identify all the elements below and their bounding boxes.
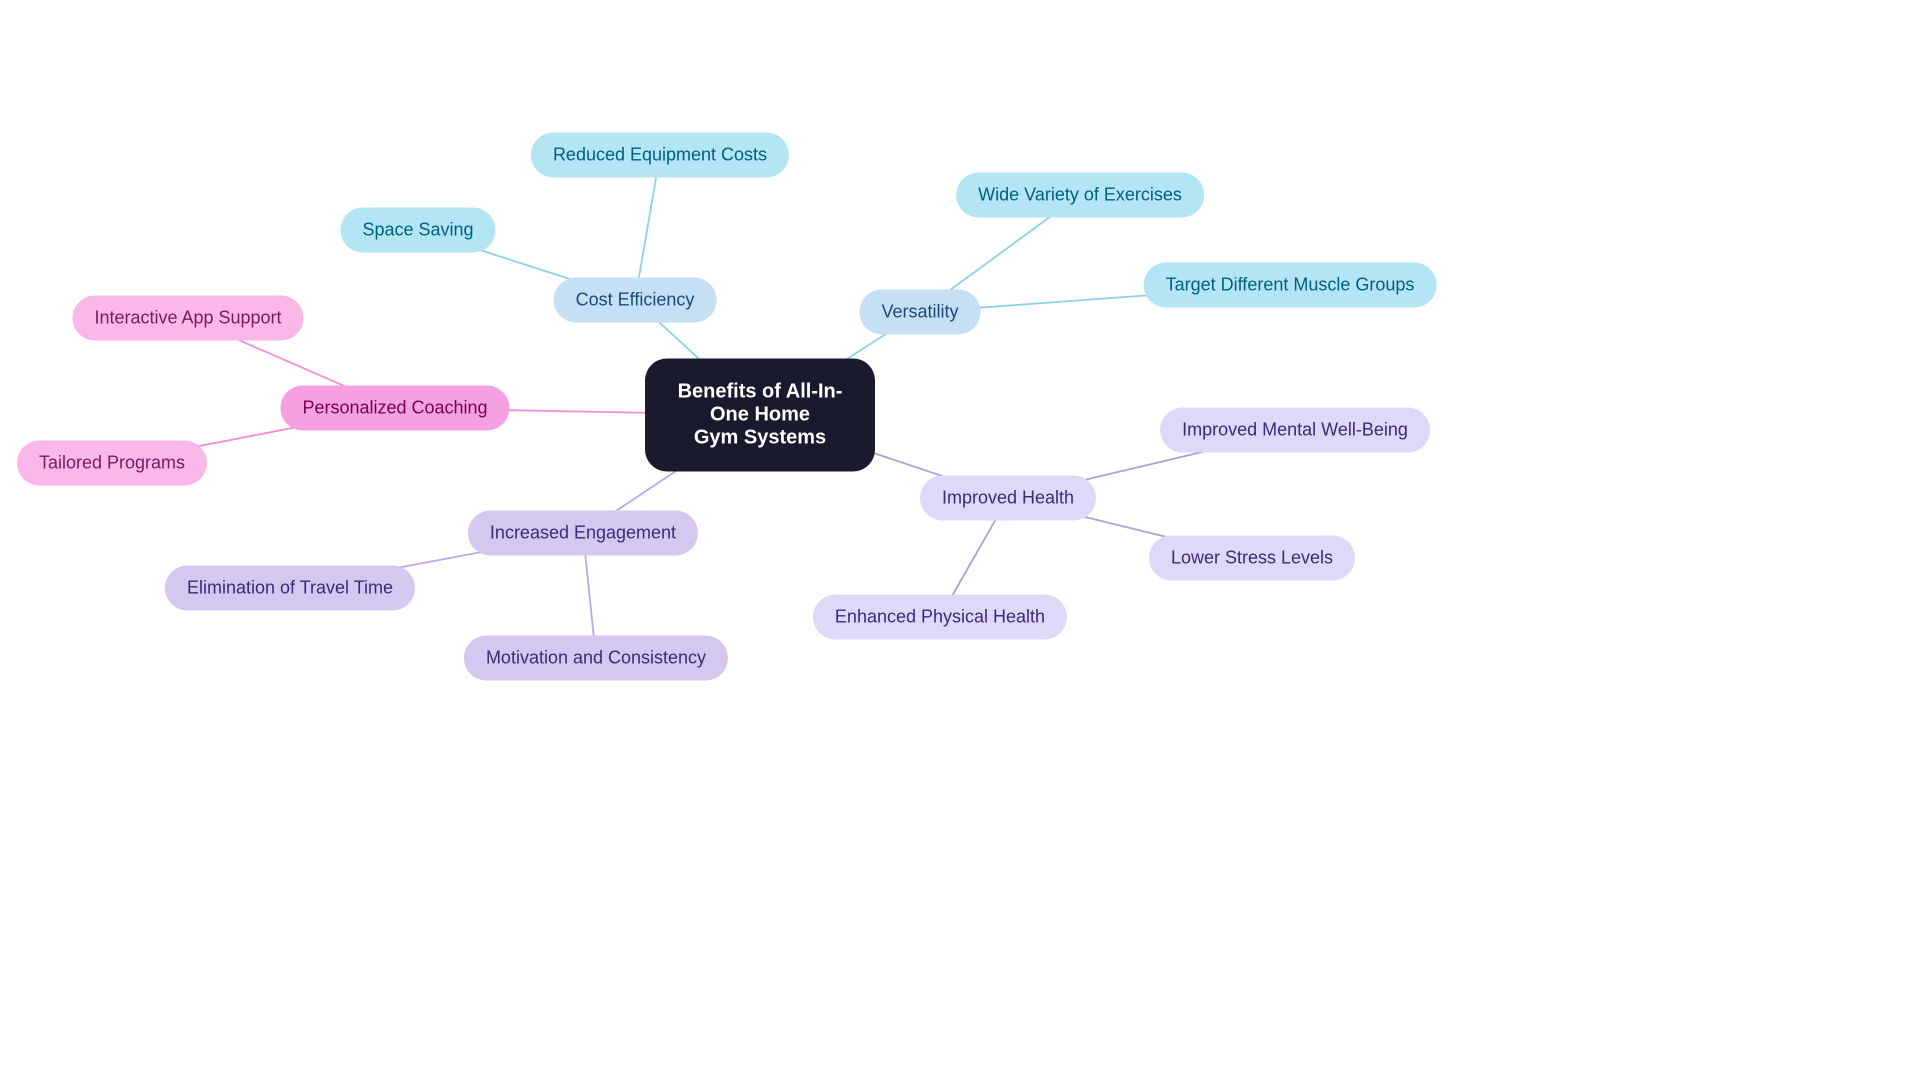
node-motivation: Motivation and Consistency <box>464 636 728 681</box>
node-wide_variety: Wide Variety of Exercises <box>956 173 1204 218</box>
node-reduced_equipment: Reduced Equipment Costs <box>531 133 789 178</box>
node-versatility: Versatility <box>859 290 980 335</box>
node-improved_mental: Improved Mental Well-Being <box>1160 408 1430 453</box>
node-lower_stress: Lower Stress Levels <box>1149 536 1355 581</box>
node-personalized_coaching: Personalized Coaching <box>280 386 509 431</box>
node-cost_efficiency: Cost Efficiency <box>554 278 717 323</box>
node-space_saving: Space Saving <box>340 208 495 253</box>
node-center: Benefits of All-In-One Home Gym Systems <box>645 359 875 472</box>
node-enhanced_physical: Enhanced Physical Health <box>813 595 1067 640</box>
node-increased_engagement: Increased Engagement <box>468 511 698 556</box>
connection-lines <box>0 0 1920 1083</box>
mindmap-container: Benefits of All-In-One Home Gym Systems C… <box>0 0 1920 1083</box>
node-interactive_app: Interactive App Support <box>72 296 303 341</box>
node-improved_health: Improved Health <box>920 476 1096 521</box>
node-target_muscle: Target Different Muscle Groups <box>1144 263 1437 308</box>
node-tailored_programs: Tailored Programs <box>17 441 207 486</box>
node-elimination_travel: Elimination of Travel Time <box>165 566 415 611</box>
